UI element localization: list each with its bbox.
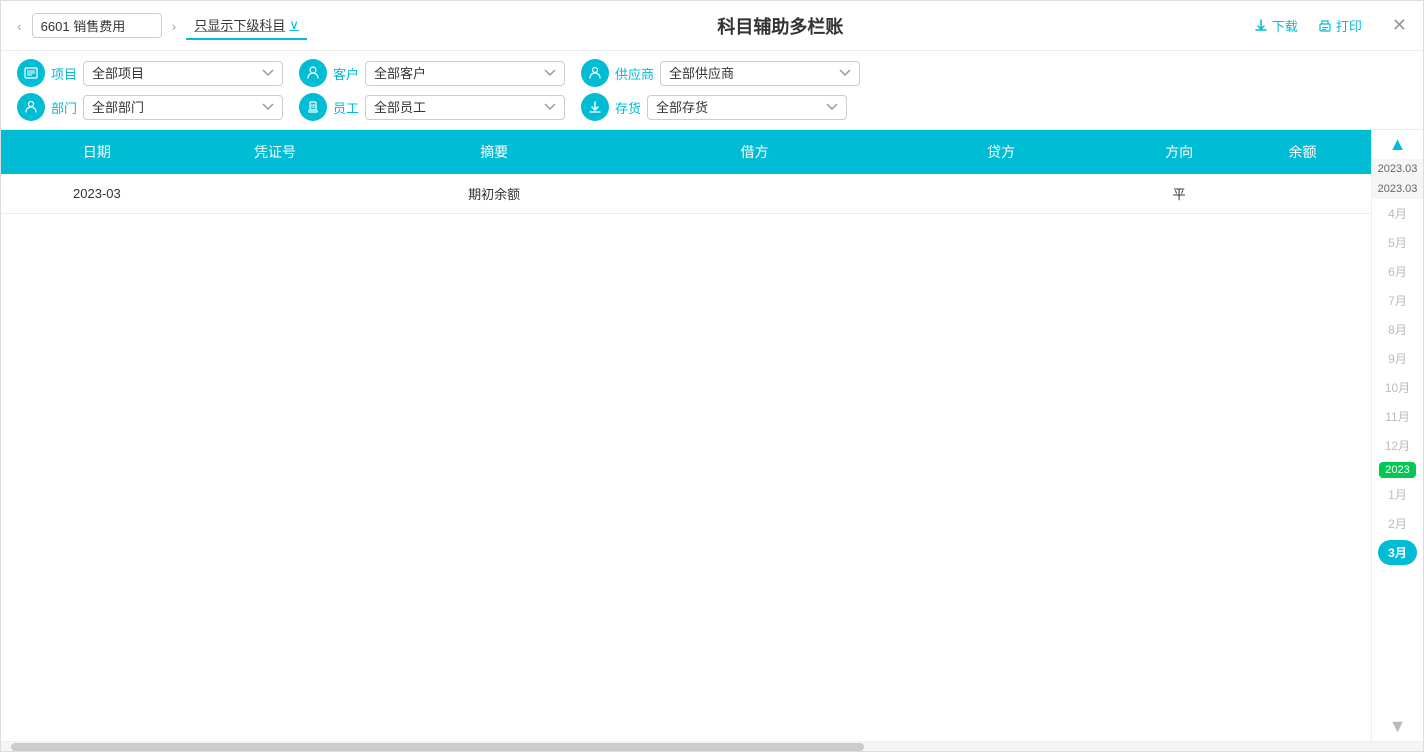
supplier-icon [581, 59, 609, 87]
department-icon [17, 93, 45, 121]
timeline-down-arrow[interactable]: ▼ [1385, 712, 1411, 741]
main-window: ‹ › 只显示下级科目 ∨ 科目辅助多栏账 下载 打印 ✕ [0, 0, 1424, 752]
bottom-scrollbar[interactable] [1, 741, 1423, 751]
close-button[interactable]: ✕ [1392, 15, 1407, 36]
inventory-icon [581, 93, 609, 121]
timeline-7month[interactable]: 7月 [1372, 286, 1423, 315]
show-sub-label: 只显示下级科目 [194, 15, 285, 34]
col-voucher: 凭证号 [193, 130, 357, 174]
top-actions: 下载 打印 ✕ [1254, 15, 1407, 36]
timeline-sidebar: ▲ 2023.03 2023.03 4月 5月 6月 7月 8月 9月 10月 … [1371, 130, 1423, 741]
timeline-6month[interactable]: 6月 [1372, 257, 1423, 286]
cell-summary: 期初余额 [357, 174, 631, 214]
print-icon [1318, 19, 1332, 33]
col-date: 日期 [1, 130, 193, 174]
col-direction: 方向 [1124, 130, 1234, 174]
department-filter: 部门 全部部门 [17, 93, 283, 121]
col-debit: 借方 [631, 130, 878, 174]
timeline-9month[interactable]: 9月 [1372, 344, 1423, 373]
top-bar: ‹ › 只显示下级科目 ∨ 科目辅助多栏账 下载 打印 ✕ [1, 1, 1423, 51]
employee-label: 员工 [333, 98, 359, 117]
department-label: 部门 [51, 98, 77, 117]
supplier-label: 供应商 [615, 64, 654, 83]
col-balance: 余额 [1234, 130, 1371, 174]
inventory-select[interactable]: 全部存货 [647, 95, 847, 120]
scrollbar-thumb [11, 743, 864, 751]
employee-filter: 员工 全部员工 [299, 93, 565, 121]
cell-date: 2023-03 [1, 174, 193, 214]
cell-direction: 平 [1124, 174, 1234, 214]
page-title: 科目辅助多栏账 [317, 13, 1244, 39]
timeline-10month[interactable]: 10月 [1372, 373, 1423, 402]
employee-select[interactable]: 全部员工 [365, 95, 565, 120]
project-filter: 项目 全部项目 [17, 59, 283, 87]
timeline-1month[interactable]: 1月 [1372, 480, 1423, 509]
timeline-up-arrow[interactable]: ▲ [1385, 130, 1411, 159]
customer-label: 客户 [333, 64, 359, 83]
employee-icon [299, 93, 327, 121]
timeline-4month[interactable]: 4月 [1372, 199, 1423, 228]
timeline-8month[interactable]: 8月 [1372, 315, 1423, 344]
cell-credit [878, 174, 1125, 214]
supplier-select[interactable]: 全部供应商 [660, 61, 860, 86]
year-2023-badge[interactable]: 2023 [1379, 462, 1415, 478]
timeline-header-1[interactable]: 2023.03 [1372, 159, 1423, 179]
print-label: 打印 [1336, 16, 1362, 35]
download-label: 下载 [1272, 16, 1298, 35]
filter-row-1: 项目 全部项目 客户 全部客户 供应商 全 [17, 59, 1407, 87]
project-select[interactable]: 全部项目 [83, 61, 283, 86]
next-account-button[interactable]: › [172, 18, 177, 34]
project-label: 项目 [51, 64, 77, 83]
filter-row-2: 部门 全部部门 员工 全部员工 存货 全部 [17, 93, 1407, 121]
timeline-header-2[interactable]: 2023.03 [1372, 179, 1423, 199]
col-summary: 摘要 [357, 130, 631, 174]
department-select[interactable]: 全部部门 [83, 95, 283, 120]
filter-area: 项目 全部项目 客户 全部客户 供应商 全 [1, 51, 1423, 130]
content-area: 日期 凭证号 摘要 借方 贷方 方向 余额 2023-03 期初余额 [1, 130, 1423, 741]
chevron-down-icon: ∨ [289, 17, 299, 33]
cell-debit [631, 174, 878, 214]
table-header-row: 日期 凭证号 摘要 借方 贷方 方向 余额 [1, 130, 1371, 174]
download-button[interactable]: 下载 [1254, 16, 1298, 35]
customer-filter: 客户 全部客户 [299, 59, 565, 87]
ledger-table: 日期 凭证号 摘要 借方 贷方 方向 余额 2023-03 期初余额 [1, 130, 1371, 214]
cell-voucher [193, 174, 357, 214]
prev-account-button[interactable]: ‹ [17, 18, 22, 34]
print-button[interactable]: 打印 [1318, 16, 1362, 35]
timeline-3month-active[interactable]: 3月 [1378, 540, 1417, 565]
account-code-input[interactable] [32, 13, 162, 38]
timeline-11month[interactable]: 11月 [1372, 402, 1423, 431]
col-credit: 贷方 [878, 130, 1125, 174]
timeline-2month[interactable]: 2月 [1372, 509, 1423, 538]
customer-select[interactable]: 全部客户 [365, 61, 565, 86]
timeline-5month[interactable]: 5月 [1372, 228, 1423, 257]
download-icon [1254, 19, 1268, 33]
inventory-label: 存货 [615, 98, 641, 117]
table-row: 2023-03 期初余额 平 [1, 174, 1371, 214]
customer-icon [299, 59, 327, 87]
cell-balance [1234, 174, 1371, 214]
inventory-filter: 存货 全部存货 [581, 93, 847, 121]
show-sub-button[interactable]: 只显示下级科目 ∨ [186, 11, 307, 40]
project-icon [17, 59, 45, 87]
supplier-filter: 供应商 全部供应商 [581, 59, 860, 87]
table-area[interactable]: 日期 凭证号 摘要 借方 贷方 方向 余额 2023-03 期初余额 [1, 130, 1371, 741]
timeline-12month[interactable]: 12月 [1372, 431, 1423, 460]
